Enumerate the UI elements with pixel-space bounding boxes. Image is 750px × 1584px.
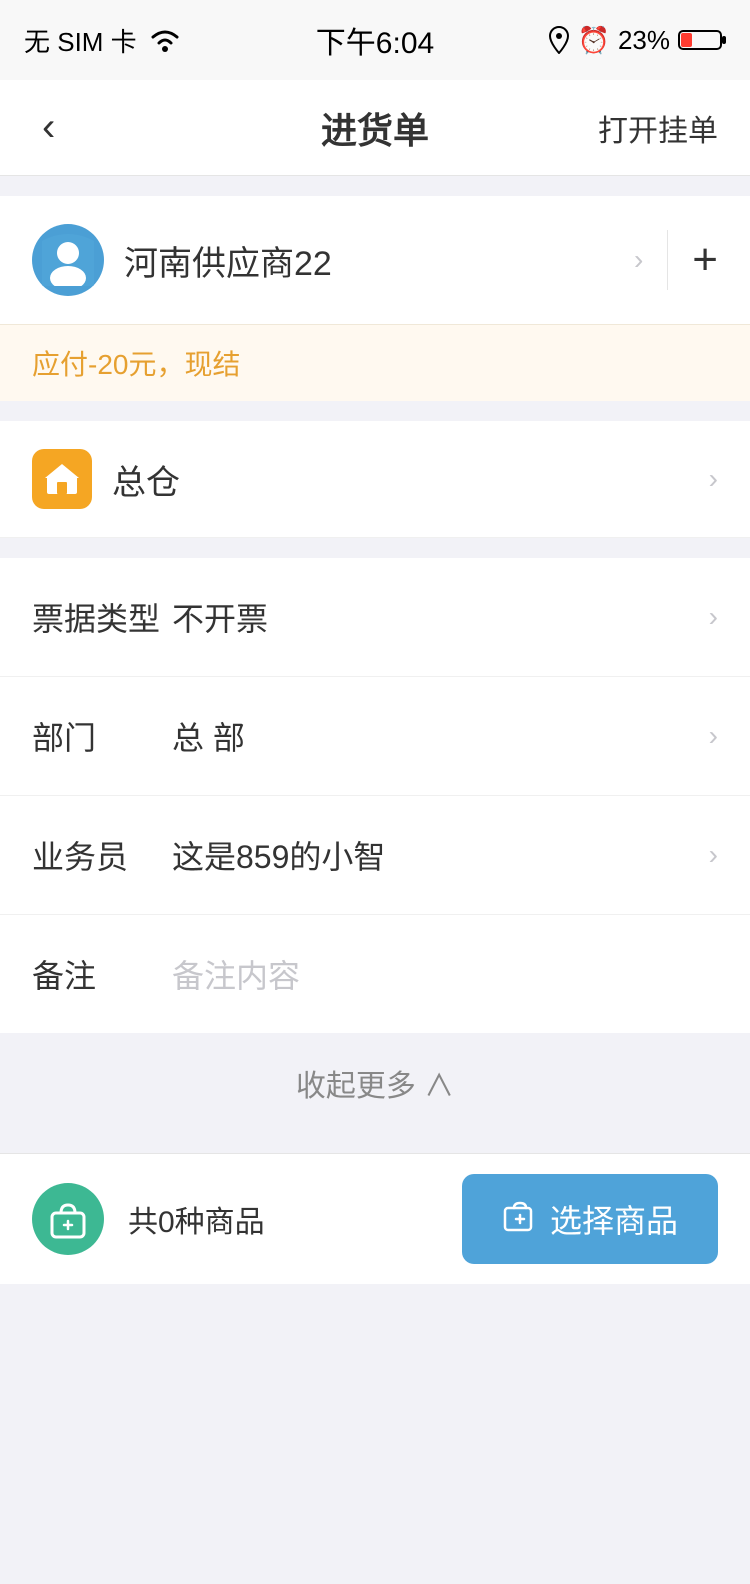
alarm-icon: ⏰: [578, 25, 610, 56]
supplier-arrow-icon: ›: [634, 244, 643, 276]
carrier-label: 无 SIM 卡: [24, 22, 137, 59]
warehouse-row[interactable]: 总仓 ›: [0, 421, 750, 538]
warehouse-arrow-icon: ›: [709, 463, 718, 495]
invoice-value: 不开票: [172, 594, 701, 640]
remark-label: 备注: [32, 951, 172, 997]
form-section: 票据类型 不开票 › 部门 总 部 › 业务员 这是859的小智 › 备注 备注…: [0, 558, 750, 1033]
gray-fill: [0, 1284, 750, 1584]
invoice-label: 票据类型: [32, 594, 172, 640]
salesperson-row[interactable]: 业务员 这是859的小智 ›: [0, 796, 750, 915]
warehouse-name: 总仓: [112, 455, 701, 504]
invoice-arrow-icon: ›: [709, 601, 718, 633]
product-count-label: 共0种商品: [128, 1197, 438, 1241]
battery-label: 23%: [618, 25, 670, 56]
section-gap-4: [0, 1133, 750, 1153]
back-button[interactable]: ‹: [32, 95, 65, 160]
section-gap-3: [0, 538, 750, 558]
add-supplier-button[interactable]: +: [692, 238, 718, 282]
department-label: 部门: [32, 713, 172, 759]
notice-banner: 应付-20元，现结: [0, 324, 750, 401]
department-row[interactable]: 部门 总 部 ›: [0, 677, 750, 796]
remark-row[interactable]: 备注 备注内容: [0, 915, 750, 1033]
section-gap-1: [0, 176, 750, 196]
battery-icon: [678, 28, 726, 52]
wifi-icon: [147, 27, 183, 53]
supplier-name: 河南供应商22: [124, 236, 634, 285]
status-right: ⏰ 23%: [548, 25, 726, 56]
main-content: 河南供应商22 › + 应付-20元，现结 总仓 › 票据类型 不开票 ›: [0, 176, 750, 1584]
supplier-row[interactable]: 河南供应商22 › +: [0, 196, 750, 324]
warehouse-icon: [32, 449, 92, 509]
department-arrow-icon: ›: [709, 720, 718, 752]
select-product-button[interactable]: 选择商品: [462, 1174, 718, 1264]
status-time: 下午6:04: [316, 18, 434, 62]
product-icon: [32, 1183, 104, 1255]
location-icon: [548, 26, 570, 54]
section-gap-2: [0, 401, 750, 421]
remark-input[interactable]: 备注内容: [172, 951, 718, 997]
invoice-type-row[interactable]: 票据类型 不开票 ›: [0, 558, 750, 677]
collapse-toggle[interactable]: 收起更多 ∧: [0, 1033, 750, 1133]
select-product-label: 选择商品: [550, 1196, 678, 1242]
page-title: 进货单: [321, 102, 429, 154]
supplier-avatar: [32, 224, 104, 296]
department-value: 总 部: [172, 713, 701, 759]
status-bar: 无 SIM 卡 下午6:04 ⏰ 23%: [0, 0, 750, 80]
salesperson-label: 业务员: [32, 832, 172, 878]
open-pending-button[interactable]: 打开挂单: [598, 106, 718, 150]
salesperson-arrow-icon: ›: [709, 839, 718, 871]
bottom-bar: 共0种商品 选择商品: [0, 1153, 750, 1284]
salesperson-value: 这是859的小智: [172, 832, 701, 878]
divider: [667, 230, 668, 290]
nav-bar: ‹ 进货单 打开挂单: [0, 80, 750, 176]
status-left: 无 SIM 卡: [24, 22, 183, 59]
